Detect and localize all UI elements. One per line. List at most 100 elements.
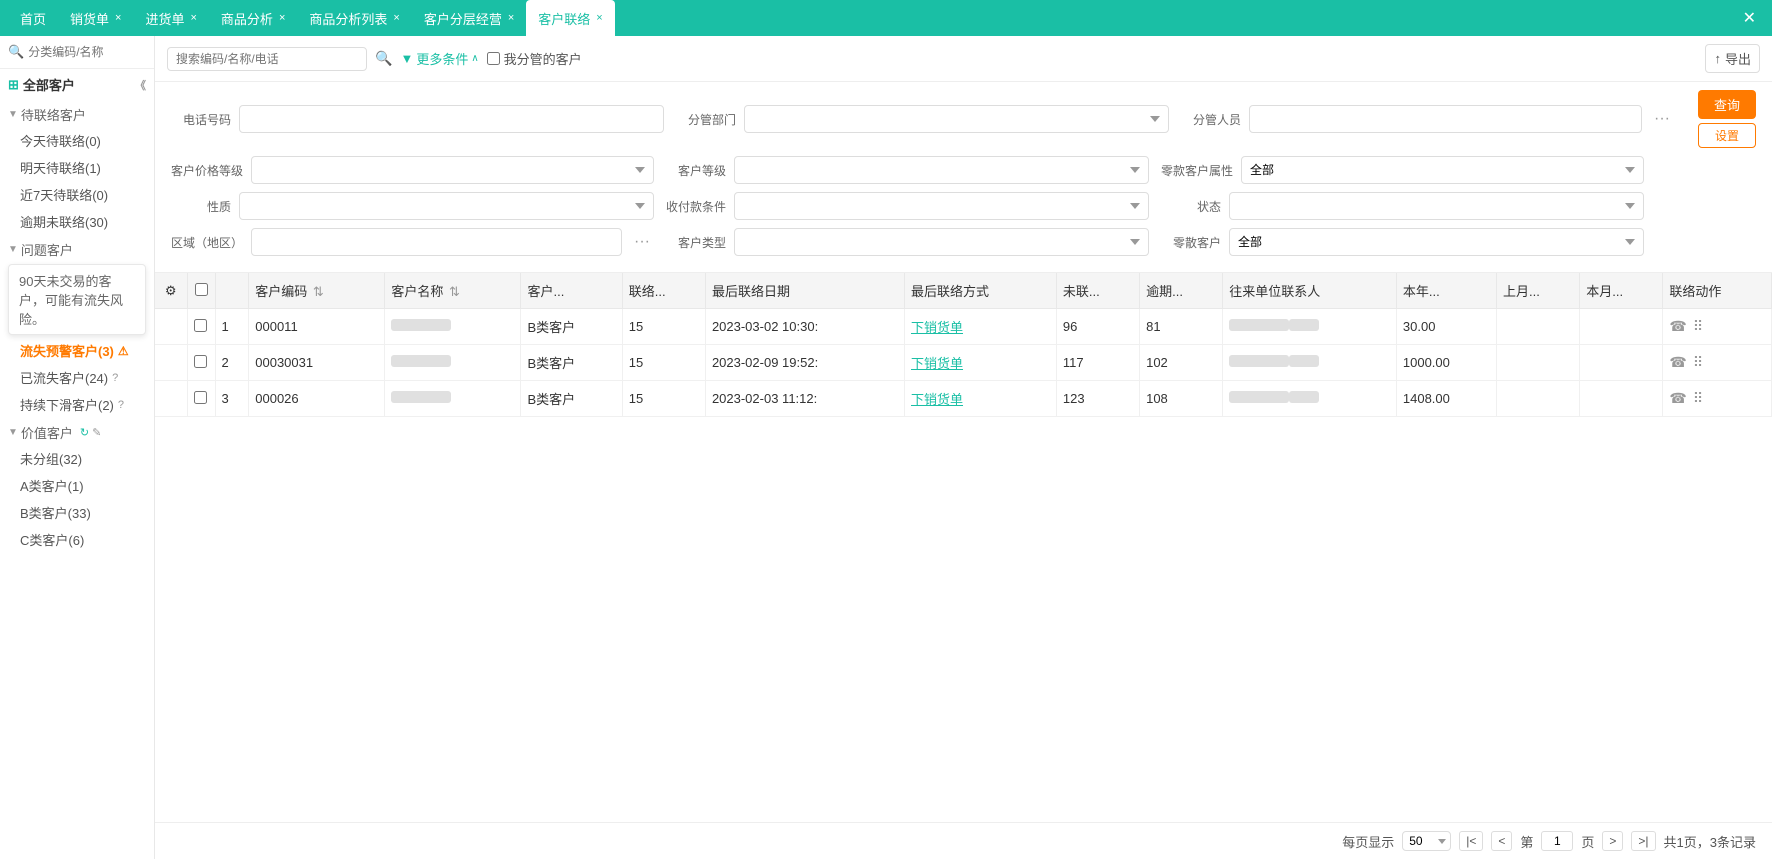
filter-row-1: 电话号码 分管部门 分管人员 ··· 查询 设置 xyxy=(171,90,1756,148)
refresh-icon[interactable]: ↻ xyxy=(80,426,89,439)
customer-level-select[interactable] xyxy=(734,156,1149,184)
blurred-name-1 xyxy=(391,355,451,367)
action-more-icon-1[interactable]: ⠿ xyxy=(1693,354,1703,371)
action-contact-icon-2[interactable]: ☎ xyxy=(1669,390,1686,407)
next-page-button[interactable]: > xyxy=(1602,831,1623,851)
action-contact-icon-1[interactable]: ☎ xyxy=(1669,354,1686,371)
tab-analysis-list-close[interactable]: × xyxy=(393,12,399,24)
select-all-checkbox[interactable] xyxy=(195,283,208,296)
sidebar-item-tomorrow-contact[interactable]: 明天待联络(1) xyxy=(0,154,154,181)
last-method-link-2[interactable]: 下销货单 xyxy=(911,392,963,407)
filter-field-customer-level: 客户等级 xyxy=(666,156,1149,184)
window-close-button[interactable]: ✕ xyxy=(1735,8,1764,28)
zero-customer-select[interactable]: 全部 xyxy=(1229,228,1644,256)
tab-sales-close[interactable]: × xyxy=(115,12,121,24)
row-checkbox-0[interactable] xyxy=(194,319,207,332)
sidebar-group-problem[interactable]: ▼ 问题客户 xyxy=(0,235,154,262)
tab-customer-contact[interactable]: 客户联络 × xyxy=(526,0,614,36)
tab-analysis[interactable]: 商品分析 × xyxy=(209,0,297,36)
sidebar-item-ungroup[interactable]: 未分组(32) xyxy=(0,445,154,472)
sidebar-search-input[interactable] xyxy=(28,45,155,59)
person-input[interactable] xyxy=(1249,105,1642,133)
th-code[interactable]: 客户编码 ⇅ xyxy=(249,273,385,309)
main-layout: 🔍 ⊞ 全部客户 《 ▼ 待联络客户 今天待联络(0) 明天待联络(1) 近7天… xyxy=(0,36,1772,859)
th-name[interactable]: 客户名称 ⇅ xyxy=(385,273,521,309)
query-button[interactable]: 查询 xyxy=(1698,90,1756,119)
tab-purchase[interactable]: 进货单 × xyxy=(133,0,208,36)
region-input[interactable] xyxy=(251,228,622,256)
tab-customer-contact-close[interactable]: × xyxy=(596,12,602,24)
more-conditions-button[interactable]: ▼ 更多条件 ∧ xyxy=(400,49,478,68)
my-customers-filter[interactable]: 我分管的客户 xyxy=(487,49,582,68)
sidebar-item-class-b[interactable]: B类客户(33) xyxy=(0,499,154,526)
dept-select[interactable] xyxy=(744,105,1169,133)
tab-analysis-list[interactable]: 商品分析列表 × xyxy=(297,0,411,36)
zero-attr-select[interactable]: 全部 xyxy=(1241,156,1644,184)
sidebar-item-churned[interactable]: 已流失客户(24) ? xyxy=(0,364,154,391)
last-method-link-0[interactable]: 下销货单 xyxy=(911,320,963,335)
zero-customer-label: 零散客户 xyxy=(1161,234,1221,251)
export-label: 导出 xyxy=(1725,49,1751,68)
my-customers-checkbox[interactable] xyxy=(487,52,500,65)
search-button[interactable]: 🔍 xyxy=(375,50,392,67)
per-page-select[interactable]: 50 100 xyxy=(1402,831,1451,851)
td-no-1: 2 xyxy=(215,345,249,381)
sidebar-item-overdue-contact[interactable]: 逾期未联络(30) xyxy=(0,208,154,235)
last-method-link-1[interactable]: 下销货单 xyxy=(911,356,963,371)
tab-customer-segment[interactable]: 客户分层经营 × xyxy=(412,0,526,36)
action-contact-icon-0[interactable]: ☎ xyxy=(1669,318,1686,335)
th-checkbox[interactable] xyxy=(187,273,215,309)
payment-select[interactable] xyxy=(734,192,1149,220)
sidebar-item-today-contact[interactable]: 今天待联络(0) xyxy=(0,127,154,154)
td-checkbox-0[interactable] xyxy=(187,309,215,345)
tab-sales[interactable]: 销货单 × xyxy=(58,0,133,36)
blurred-name-0 xyxy=(391,319,451,331)
sidebar-item-class-a[interactable]: A类客户(1) xyxy=(0,472,154,499)
price-level-select[interactable] xyxy=(251,156,654,184)
th-name-label: 客户名称 xyxy=(391,284,443,299)
sidebar-group-pending[interactable]: ▼ 待联络客户 xyxy=(0,100,154,127)
tab-home[interactable]: 首页 xyxy=(8,0,58,36)
export-button[interactable]: ↑ 导出 xyxy=(1705,44,1760,73)
phone-input[interactable] xyxy=(239,105,664,133)
last-page-button[interactable]: >| xyxy=(1631,831,1655,851)
nature-select[interactable] xyxy=(239,192,654,220)
search-input[interactable] xyxy=(167,47,367,71)
dept-label: 分管部门 xyxy=(676,111,736,128)
sidebar-item-week-contact[interactable]: 近7天待联络(0) xyxy=(0,181,154,208)
sidebar-item-declining-label: 持续下滑客户(2) xyxy=(20,395,114,414)
first-page-button[interactable]: |< xyxy=(1459,831,1483,851)
sidebar-item-week-label: 近7天待联络(0) xyxy=(20,185,108,204)
sidebar-all-customers[interactable]: ⊞ 全部客户 《 xyxy=(0,69,154,100)
sidebar-item-class-c[interactable]: C类客户(6) xyxy=(0,526,154,553)
td-last-method-2[interactable]: 下销货单 xyxy=(905,381,1057,417)
table-area: ⚙ 客户编码 ⇅ 客户名称 ⇅ 客户... xyxy=(155,273,1772,822)
td-checkbox-2[interactable] xyxy=(187,381,215,417)
sidebar-item-churn-warning[interactable]: 流失预警客户(3) ⚠ xyxy=(0,337,154,364)
prev-page-button[interactable]: < xyxy=(1491,831,1512,851)
tab-analysis-close[interactable]: × xyxy=(279,12,285,24)
person-more-icon[interactable]: ··· xyxy=(1650,110,1674,128)
region-more-icon[interactable]: ··· xyxy=(630,233,654,251)
row-checkbox-2[interactable] xyxy=(194,391,207,404)
chevron-down-icon: ∧ xyxy=(471,53,478,64)
tab-customer-segment-close[interactable]: × xyxy=(508,12,514,24)
sidebar-group-value[interactable]: ▼ 价值客户 ↻ ✎ xyxy=(0,418,154,445)
td-action-2: ☎ ⠿ xyxy=(1663,381,1772,417)
status-select[interactable] xyxy=(1229,192,1644,220)
customer-type-select[interactable] xyxy=(734,228,1149,256)
sidebar-item-declining[interactable]: 持续下滑客户(2) ? xyxy=(0,391,154,418)
action-more-icon-2[interactable]: ⠿ xyxy=(1693,390,1703,407)
action-more-icon-0[interactable]: ⠿ xyxy=(1693,318,1703,335)
td-checkbox-1[interactable] xyxy=(187,345,215,381)
td-last-method-1[interactable]: 下销货单 xyxy=(905,345,1057,381)
page-input[interactable] xyxy=(1541,831,1573,851)
td-unit-contact-2 xyxy=(1223,381,1397,417)
th-settings[interactable]: ⚙ xyxy=(155,273,187,309)
th-category-label: 客户... xyxy=(527,284,564,299)
settings-button[interactable]: 设置 xyxy=(1698,123,1756,148)
tab-purchase-close[interactable]: × xyxy=(190,12,196,24)
td-last-method-0[interactable]: 下销货单 xyxy=(905,309,1057,345)
edit-icon[interactable]: ✎ xyxy=(92,426,101,439)
row-checkbox-1[interactable] xyxy=(194,355,207,368)
